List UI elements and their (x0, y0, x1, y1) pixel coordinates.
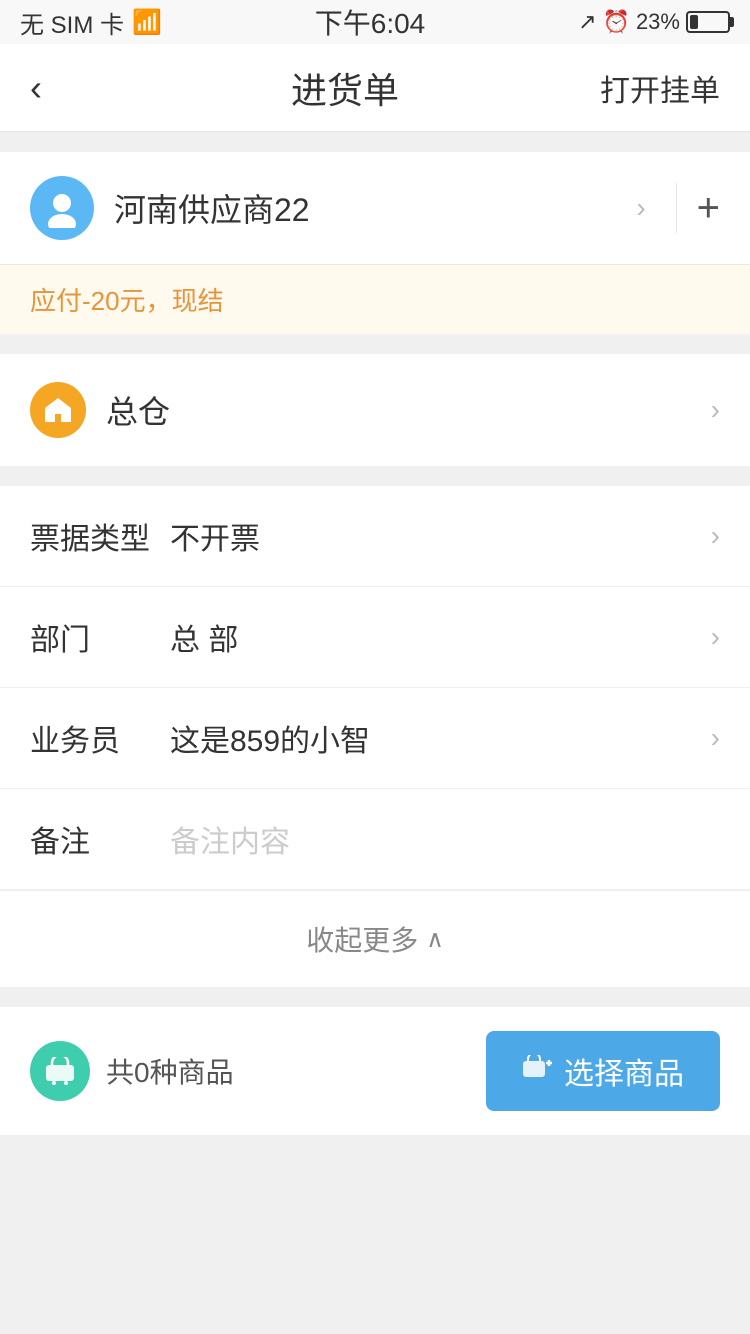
location-icon: ↗ (578, 9, 596, 35)
add-cart-icon (522, 1055, 552, 1081)
battery-percent: 23% (636, 9, 680, 35)
notice-text: 应付-20元，现结 (30, 286, 224, 316)
alarm-icon: ⏰ (603, 9, 630, 35)
add-button[interactable]: + (676, 183, 720, 233)
status-left: 无 SIM 卡 📶 (20, 5, 162, 40)
battery-fill (690, 15, 698, 29)
select-goods-icon (522, 1055, 552, 1088)
status-right: ↗ ⏰ 23% (578, 9, 730, 35)
warehouse-row: 总仓 › (0, 354, 750, 466)
status-bar: 无 SIM 卡 📶 下午6:04 ↗ ⏰ 23% (0, 0, 750, 44)
department-label: 部门 (30, 615, 170, 659)
wifi-icon: 📶 (132, 8, 162, 37)
bottom-section: 共0种商品 选择商品 (0, 1007, 750, 1135)
supplier-row[interactable]: 河南供应商22 › + (0, 152, 750, 264)
content: 河南供应商22 › + 应付-20元，现结 总仓 › 票据类型 不开票 › (0, 152, 750, 1135)
supplier-section: 河南供应商22 › + 应付-20元，现结 (0, 152, 750, 334)
nav-bar: ‹ 进货单 打开挂单 (0, 44, 750, 132)
salesman-value: 这是859的小智 (170, 716, 711, 760)
collapse-section[interactable]: 收起更多 ∧ (0, 890, 750, 987)
select-goods-button[interactable]: 选择商品 (486, 1031, 720, 1111)
page-title: 进货单 (291, 62, 399, 114)
open-pending-button[interactable]: 打开挂单 (600, 66, 720, 110)
carrier-text: 无 SIM 卡 (20, 5, 124, 40)
invoice-chevron-icon: › (711, 520, 720, 552)
salesman-chevron-icon: › (711, 722, 720, 754)
collapse-arrow-icon: ∧ (426, 925, 444, 954)
status-time: 下午6:04 (315, 2, 426, 42)
collapse-label: 收起更多 (306, 919, 418, 959)
supplier-chevron-icon: › (636, 192, 645, 224)
invoice-type-label: 票据类型 (30, 514, 170, 558)
salesman-row[interactable]: 业务员 这是859的小智 › (0, 688, 750, 789)
invoice-type-row[interactable]: 票据类型 不开票 › (0, 486, 750, 587)
invoice-type-value: 不开票 (170, 514, 711, 558)
supplier-name: 河南供应商22 (114, 185, 636, 231)
warehouse-icon (30, 382, 86, 438)
cart-icon (44, 1057, 76, 1085)
form-section: 票据类型 不开票 › 部门 总 部 › 业务员 这是859的小智 › 备注 备注… (0, 486, 750, 987)
goods-count-text: 共0种商品 (106, 1051, 234, 1091)
warehouse-name: 总仓 (106, 387, 711, 433)
notice-banner: 应付-20元，现结 (0, 264, 750, 334)
battery-indicator (686, 11, 730, 33)
house-icon (43, 396, 73, 424)
salesman-label: 业务员 (30, 716, 170, 760)
department-value: 总 部 (170, 615, 711, 659)
warehouse-section[interactable]: 总仓 › (0, 354, 750, 466)
remark-input[interactable]: 备注内容 (170, 817, 720, 861)
warehouse-chevron-icon: › (711, 394, 720, 426)
department-chevron-icon: › (711, 621, 720, 653)
back-button[interactable]: ‹ (30, 67, 90, 109)
supplier-avatar (30, 176, 94, 240)
remark-row[interactable]: 备注 备注内容 (0, 789, 750, 890)
collapse-row[interactable]: 收起更多 ∧ (0, 891, 750, 987)
goods-icon-circle (30, 1041, 90, 1101)
person-icon (42, 188, 82, 228)
remark-label: 备注 (30, 817, 170, 861)
department-row[interactable]: 部门 总 部 › (0, 587, 750, 688)
select-goods-label: 选择商品 (564, 1049, 684, 1093)
supplier-right-area: › + (636, 183, 720, 233)
goods-count-area: 共0种商品 (30, 1041, 234, 1101)
